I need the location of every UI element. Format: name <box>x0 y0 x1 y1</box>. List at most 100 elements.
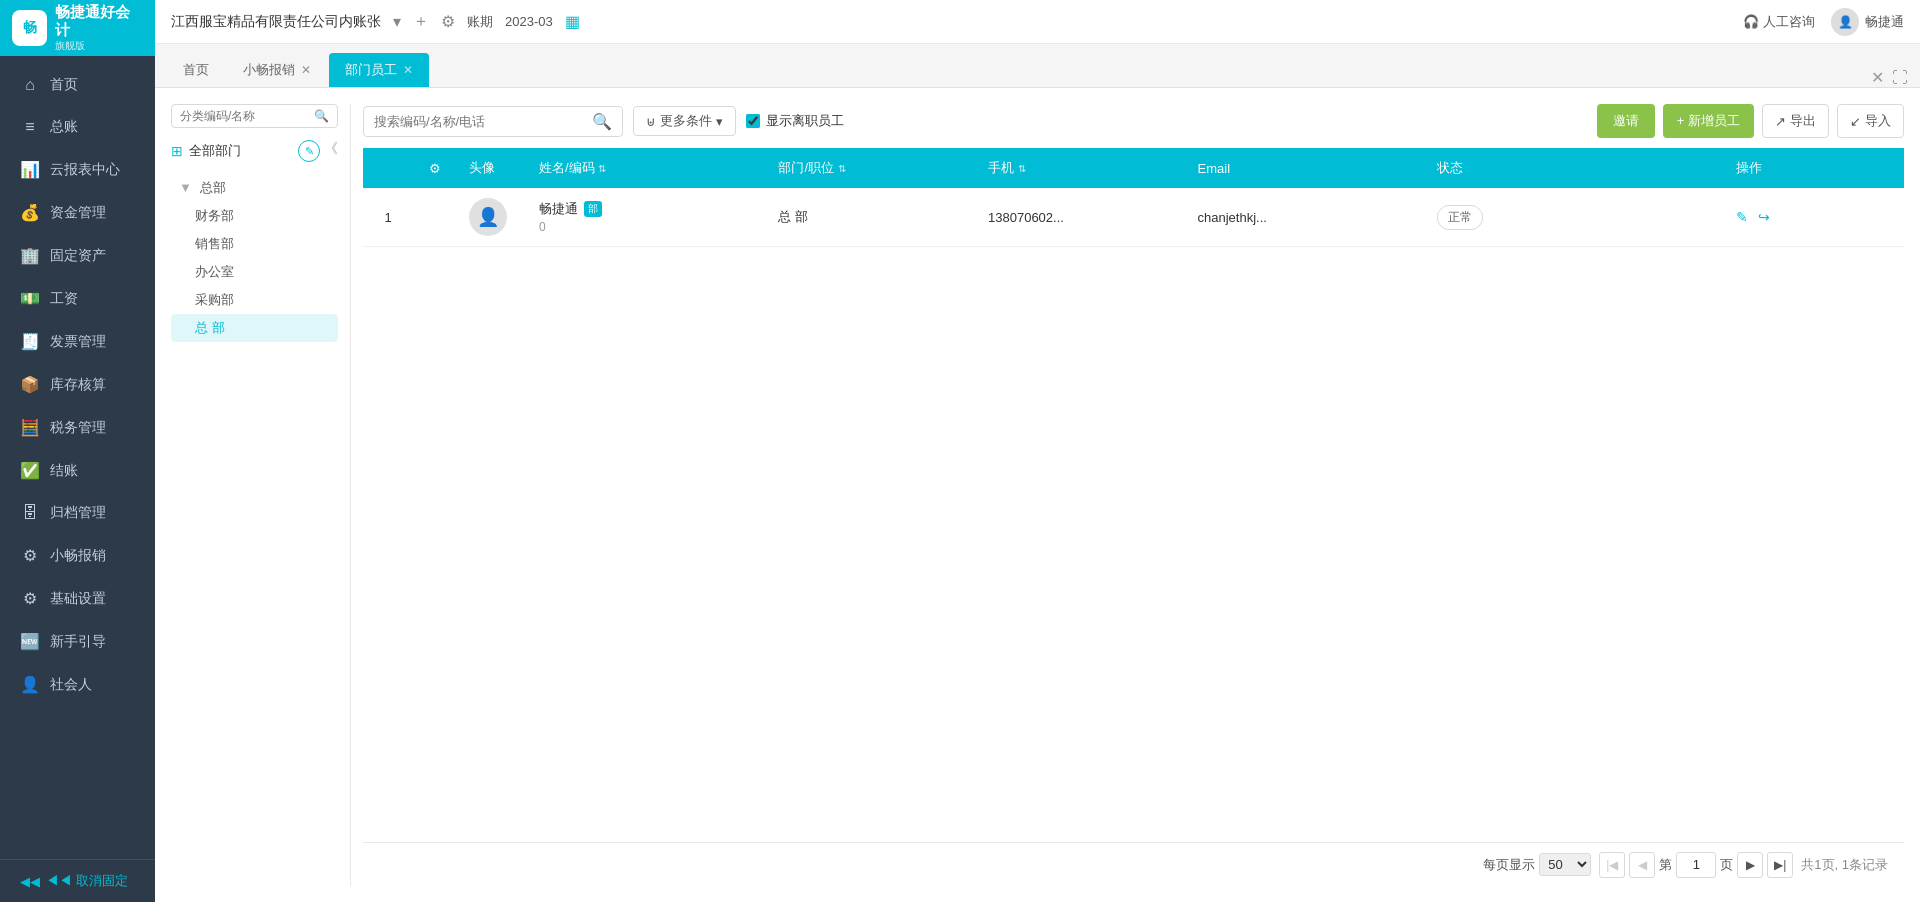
company-name[interactable]: 江西服宝精品有限责任公司内账张 <box>171 13 381 31</box>
invite-button[interactable]: 邀请 <box>1597 104 1655 138</box>
expand-icon[interactable]: ⛶ <box>1892 69 1908 87</box>
edit-dept-button[interactable]: ✎ <box>298 140 320 162</box>
close-all-icon[interactable]: ✕ <box>1871 68 1884 87</box>
support-label: 人工咨询 <box>1763 13 1815 31</box>
show-resigned-checkbox[interactable]: 显示离职员工 <box>746 112 844 130</box>
sidebar-item-fund-management[interactable]: 💰 资金管理 <box>0 191 155 234</box>
import-button[interactable]: ↙ 导入 <box>1837 104 1904 138</box>
sidebar-item-archive[interactable]: 🗄 归档管理 <box>0 492 155 534</box>
tab-department[interactable]: 部门员工 ✕ <box>329 53 429 87</box>
employee-search-icon: 🔍 <box>592 112 612 131</box>
sidebar-item-invoice[interactable]: 🧾 发票管理 <box>0 320 155 363</box>
page-size-select[interactable]: 50 10 20 100 <box>1539 853 1591 876</box>
sidebar-item-report-center[interactable]: 📊 云报表中心 <box>0 148 155 191</box>
sidebar-item-label: 资金管理 <box>50 204 106 222</box>
report-icon: 📊 <box>20 160 40 179</box>
add-company-icon[interactable]: ＋ <box>413 11 429 32</box>
logo-subtitle: 旗舰版 <box>55 39 143 53</box>
row-department: 总 部 <box>766 188 976 247</box>
period-value: 2023-03 <box>505 14 553 29</box>
sidebar-item-payroll[interactable]: 💵 工资 <box>0 277 155 320</box>
col-name[interactable]: 姓名/编码 ⇅ <box>527 148 766 188</box>
settings-gear-icon[interactable]: ⚙ <box>441 12 455 31</box>
assets-icon: 🏢 <box>20 246 40 265</box>
sidebar-item-fixed-assets[interactable]: 🏢 固定资产 <box>0 234 155 277</box>
sidebar-item-label: 小畅报销 <box>50 547 106 565</box>
user-menu[interactable]: 👤 畅捷通 <box>1831 8 1904 36</box>
tab-home[interactable]: 首页 <box>167 53 225 87</box>
logo-title: 畅捷通好会计 <box>55 3 143 39</box>
last-page-button[interactable]: ▶| <box>1767 852 1793 878</box>
phone-sort-icon: ⇅ <box>1018 163 1026 174</box>
sidebar-item-tax[interactable]: 🧮 税务管理 <box>0 406 155 449</box>
col-email: Email <box>1186 148 1425 188</box>
calendar-icon[interactable]: ▦ <box>565 12 580 31</box>
tab-expense-close-icon[interactable]: ✕ <box>301 63 311 77</box>
tab-expense[interactable]: 小畅报销 ✕ <box>227 53 327 87</box>
dept-finance-label: 财务部 <box>195 208 234 223</box>
tax-icon: 🧮 <box>20 418 40 437</box>
logout-employee-icon[interactable]: ↪ <box>1758 209 1770 225</box>
collapse-panel-icon[interactable]: 《 <box>324 140 338 162</box>
filter-dropdown-icon: ▾ <box>716 114 723 129</box>
dept-node-general-dept[interactable]: 总 部 <box>171 314 338 342</box>
show-resigned-input[interactable] <box>746 114 760 128</box>
page-size-selector[interactable]: 每页显示 50 10 20 100 <box>1483 853 1591 876</box>
sidebar-item-expense[interactable]: ⚙ 小畅报销 <box>0 534 155 577</box>
prev-page-button[interactable]: ◀ <box>1629 852 1655 878</box>
unpin-icon: ◀◀ <box>20 874 40 889</box>
tab-home-label: 首页 <box>183 61 209 79</box>
dept-node-general[interactable]: ▼ 总部 <box>171 174 338 202</box>
sidebar-logo: 畅 畅捷通好会计 旗舰版 <box>0 0 155 56</box>
dept-node-procurement[interactable]: 采购部 <box>171 286 338 314</box>
sidebar-nav: ⌂ 首页 ≡ 总账 📊 云报表中心 💰 资金管理 🏢 固定资产 💵 工资 🧾 发… <box>0 56 155 859</box>
tab-department-close-icon[interactable]: ✕ <box>403 63 413 77</box>
checkout-icon: ✅ <box>20 461 40 480</box>
col-settings[interactable]: ⚙ <box>413 148 457 188</box>
next-page-button[interactable]: ▶ <box>1737 852 1763 878</box>
page-number-input[interactable] <box>1676 852 1716 878</box>
add-employee-button[interactable]: + 新增员工 <box>1663 104 1754 138</box>
row-phone: 138070602... <box>976 188 1186 247</box>
avatar: 👤 <box>1831 8 1859 36</box>
sidebar-item-home[interactable]: ⌂ 首页 <box>0 64 155 106</box>
all-departments-label: 全部部门 <box>189 142 241 160</box>
sidebar-item-label: 云报表中心 <box>50 161 120 179</box>
dept-node-finance[interactable]: 财务部 <box>171 202 338 230</box>
topbar: 江西服宝精品有限责任公司内账张 ▾ ＋ ⚙ 账期 2023-03 ▦ 🎧 人工咨… <box>155 0 1920 44</box>
support-button[interactable]: 🎧 人工咨询 <box>1743 13 1815 31</box>
sidebar-item-label: 基础设置 <box>50 590 106 608</box>
export-button[interactable]: ↗ 导出 <box>1762 104 1829 138</box>
dept-procurement-label: 采购部 <box>195 292 234 307</box>
employee-search-box[interactable]: 🔍 <box>363 106 623 137</box>
sidebar-item-general-ledger[interactable]: ≡ 总账 <box>0 106 155 148</box>
sidebar-item-more[interactable]: 👤 社会人 <box>0 663 155 706</box>
edit-employee-icon[interactable]: ✎ <box>1736 209 1748 225</box>
employee-search-input[interactable] <box>374 114 586 129</box>
settings-icon: ⚙ <box>20 589 40 608</box>
dept-search-box[interactable]: 🔍 <box>171 104 338 128</box>
dept-search-input[interactable] <box>180 109 308 123</box>
dept-node-office[interactable]: 办公室 <box>171 258 338 286</box>
sidebar-item-inventory[interactable]: 📦 库存核算 <box>0 363 155 406</box>
first-page-button[interactable]: |◀ <box>1599 852 1625 878</box>
more-filters-button[interactable]: ⊎ 更多条件 ▾ <box>633 106 736 136</box>
sidebar-item-checkout[interactable]: ✅ 结账 <box>0 449 155 492</box>
col-dept[interactable]: 部门/职位 ⇅ <box>766 148 976 188</box>
page-navigation: |◀ ◀ 第 页 ▶ ▶| <box>1599 852 1793 878</box>
unpin-button[interactable]: ◀◀ ◀◀ 取消固定 <box>0 859 155 902</box>
export-icon: ↗ <box>1775 114 1786 129</box>
pagination: 每页显示 50 10 20 100 |◀ ◀ 第 页 ▶ ▶| <box>363 842 1904 886</box>
sidebar-item-guide[interactable]: 🆕 新手引导 <box>0 620 155 663</box>
company-dropdown-icon[interactable]: ▾ <box>393 12 401 31</box>
dept-node-sales[interactable]: 销售部 <box>171 230 338 258</box>
col-phone[interactable]: 手机 ⇅ <box>976 148 1186 188</box>
expense-icon: ⚙ <box>20 546 40 565</box>
sidebar-item-basic-settings[interactable]: ⚙ 基础设置 <box>0 577 155 620</box>
col-status: 状态 <box>1425 148 1724 188</box>
name-sort-icon: ⇅ <box>598 163 606 174</box>
tab-department-label: 部门员工 <box>345 61 397 79</box>
import-label: 导入 <box>1865 112 1891 130</box>
sidebar-item-label: 结账 <box>50 462 78 480</box>
main-content: 江西服宝精品有限责任公司内账张 ▾ ＋ ⚙ 账期 2023-03 ▦ 🎧 人工咨… <box>155 0 1920 902</box>
